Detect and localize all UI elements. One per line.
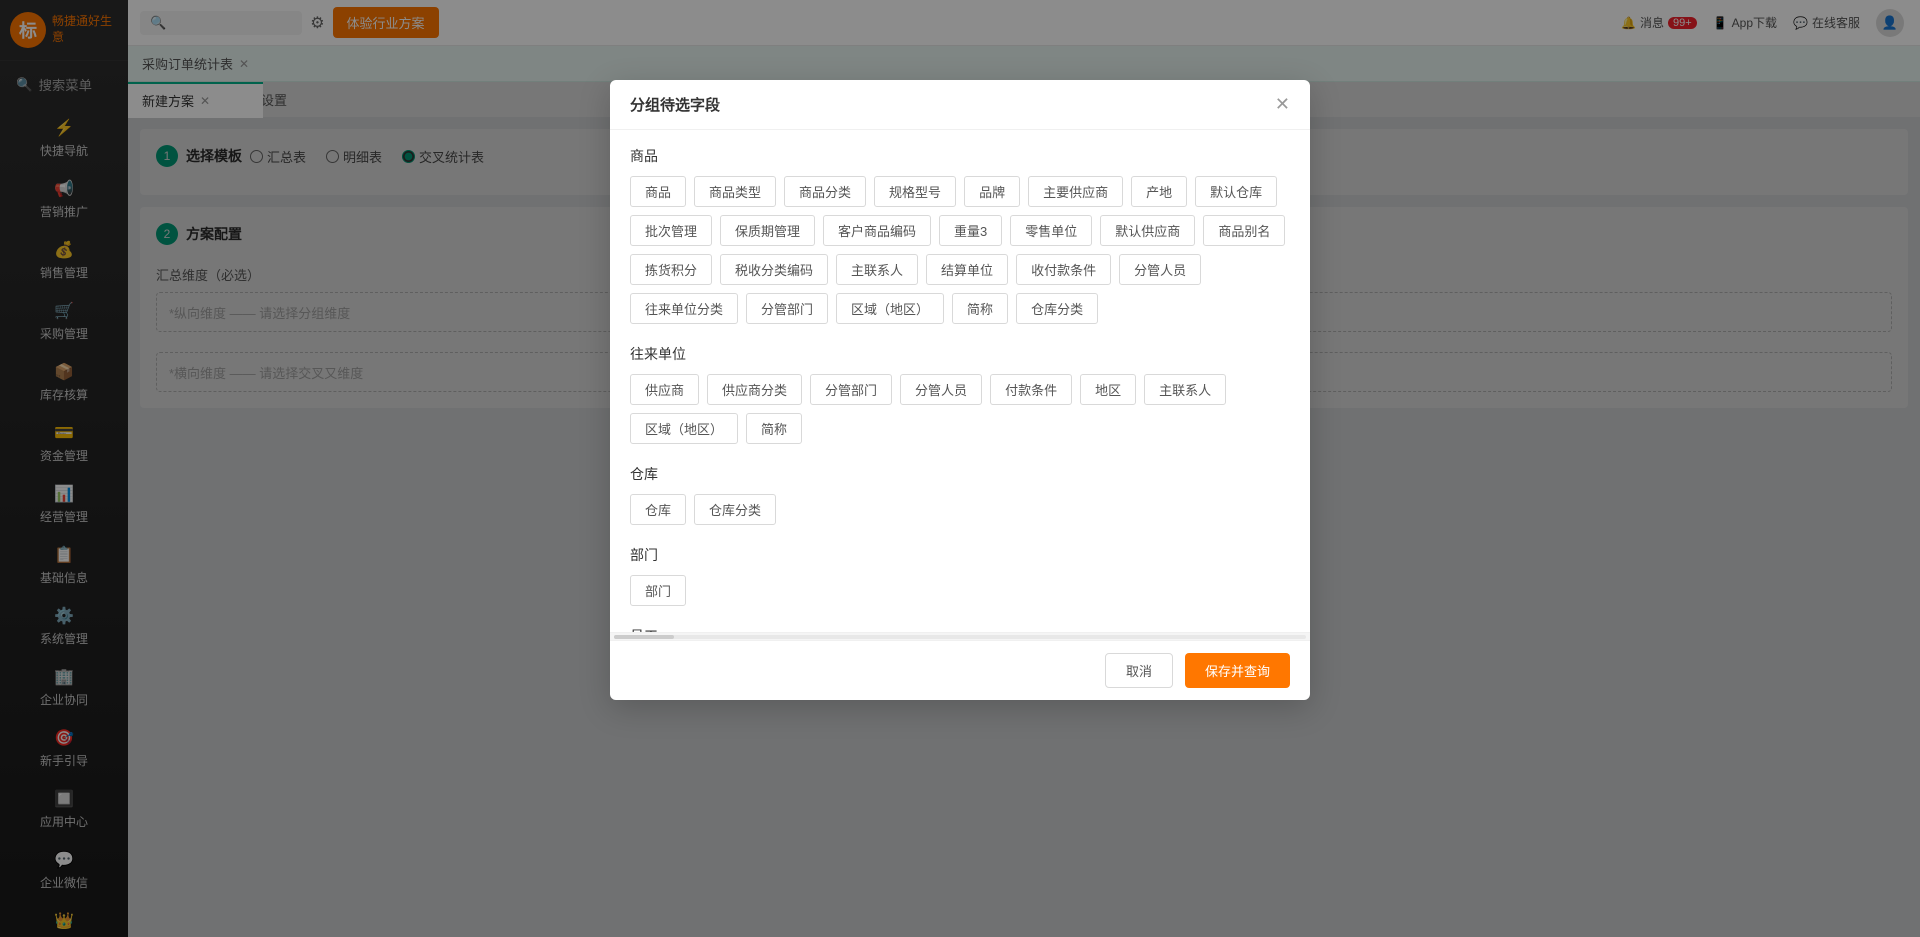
modal-cancel-button[interactable]: 取消 [1105, 653, 1173, 688]
modal-horizontal-scrollbar[interactable] [610, 632, 1310, 640]
field-section-warehouse: 仓库仓库仓库分类 [630, 464, 1290, 525]
field-tag-goods-12[interactable]: 零售单位 [1010, 215, 1092, 246]
field-tag-counterpart-5[interactable]: 地区 [1080, 374, 1136, 405]
field-tag-goods-15[interactable]: 拣货积分 [630, 254, 712, 285]
field-section-department: 部门部门 [630, 545, 1290, 606]
field-tag-goods-17[interactable]: 主联系人 [836, 254, 918, 285]
field-tag-goods-11[interactable]: 重量3 [939, 215, 1002, 246]
section-title-department: 部门 [630, 545, 1290, 565]
section-title-counterpart: 往来单位 [630, 344, 1290, 364]
field-tags-department: 部门 [630, 575, 1290, 606]
field-tag-goods-1[interactable]: 商品类型 [694, 176, 776, 207]
field-tag-goods-4[interactable]: 品牌 [964, 176, 1020, 207]
field-tag-counterpart-6[interactable]: 主联系人 [1144, 374, 1226, 405]
field-tag-goods-22[interactable]: 分管部门 [746, 293, 828, 324]
field-section-goods: 商品商品商品类型商品分类规格型号品牌主要供应商产地默认仓库批次管理保质期管理客户… [630, 146, 1290, 324]
field-tag-counterpart-8[interactable]: 简称 [746, 413, 802, 444]
field-tag-warehouse-0[interactable]: 仓库 [630, 494, 686, 525]
modal-title: 分组待选字段 [630, 94, 720, 115]
field-tag-counterpart-4[interactable]: 付款条件 [990, 374, 1072, 405]
field-tag-goods-9[interactable]: 保质期管理 [720, 215, 815, 246]
field-tag-goods-23[interactable]: 区域（地区） [836, 293, 944, 324]
field-tag-goods-10[interactable]: 客户商品编码 [823, 215, 931, 246]
field-tag-goods-19[interactable]: 收付款条件 [1016, 254, 1111, 285]
field-tag-counterpart-7[interactable]: 区域（地区） [630, 413, 738, 444]
field-tag-counterpart-3[interactable]: 分管人员 [900, 374, 982, 405]
hscroll-track [614, 635, 1306, 639]
section-title-warehouse: 仓库 [630, 464, 1290, 484]
field-tag-goods-21[interactable]: 往来单位分类 [630, 293, 738, 324]
field-tag-goods-14[interactable]: 商品别名 [1203, 215, 1285, 246]
field-tag-goods-20[interactable]: 分管人员 [1119, 254, 1201, 285]
field-tag-goods-13[interactable]: 默认供应商 [1100, 215, 1195, 246]
field-tags-goods: 商品商品类型商品分类规格型号品牌主要供应商产地默认仓库批次管理保质期管理客户商品… [630, 176, 1290, 324]
section-title-goods: 商品 [630, 146, 1290, 166]
field-tag-warehouse-1[interactable]: 仓库分类 [694, 494, 776, 525]
field-tag-goods-24[interactable]: 简称 [952, 293, 1008, 324]
field-tag-goods-25[interactable]: 仓库分类 [1016, 293, 1098, 324]
field-tag-counterpart-0[interactable]: 供应商 [630, 374, 699, 405]
field-tag-goods-18[interactable]: 结算单位 [926, 254, 1008, 285]
field-tag-goods-8[interactable]: 批次管理 [630, 215, 712, 246]
modal-close-icon[interactable]: ✕ [1275, 94, 1290, 115]
field-tag-counterpart-2[interactable]: 分管部门 [810, 374, 892, 405]
field-tag-goods-7[interactable]: 默认仓库 [1195, 176, 1277, 207]
field-tag-goods-2[interactable]: 商品分类 [784, 176, 866, 207]
field-tag-goods-5[interactable]: 主要供应商 [1028, 176, 1123, 207]
field-tags-warehouse: 仓库仓库分类 [630, 494, 1290, 525]
field-tags-counterpart: 供应商供应商分类分管部门分管人员付款条件地区主联系人区域（地区） 简称 [630, 374, 1290, 444]
field-tag-goods-16[interactable]: 税收分类编码 [720, 254, 828, 285]
field-tag-goods-6[interactable]: 产地 [1131, 176, 1187, 207]
modal-header: 分组待选字段 ✕ [610, 80, 1310, 130]
field-select-modal: 分组待选字段 ✕ 商品商品商品类型商品分类规格型号品牌主要供应商产地默认仓库批次… [610, 80, 1310, 700]
hscroll-thumb [614, 635, 674, 639]
modal-footer: 取消 保存并查询 [610, 640, 1310, 700]
field-tag-goods-3[interactable]: 规格型号 [874, 176, 956, 207]
field-tag-goods-0[interactable]: 商品 [630, 176, 686, 207]
field-tag-counterpart-1[interactable]: 供应商分类 [707, 374, 802, 405]
modal-body: 商品商品商品类型商品分类规格型号品牌主要供应商产地默认仓库批次管理保质期管理客户… [610, 130, 1310, 632]
field-section-counterpart: 往来单位供应商供应商分类分管部门分管人员付款条件地区主联系人区域（地区） 简称 [630, 344, 1290, 444]
modal-confirm-button[interactable]: 保存并查询 [1185, 653, 1290, 688]
field-tag-department-0[interactable]: 部门 [630, 575, 686, 606]
